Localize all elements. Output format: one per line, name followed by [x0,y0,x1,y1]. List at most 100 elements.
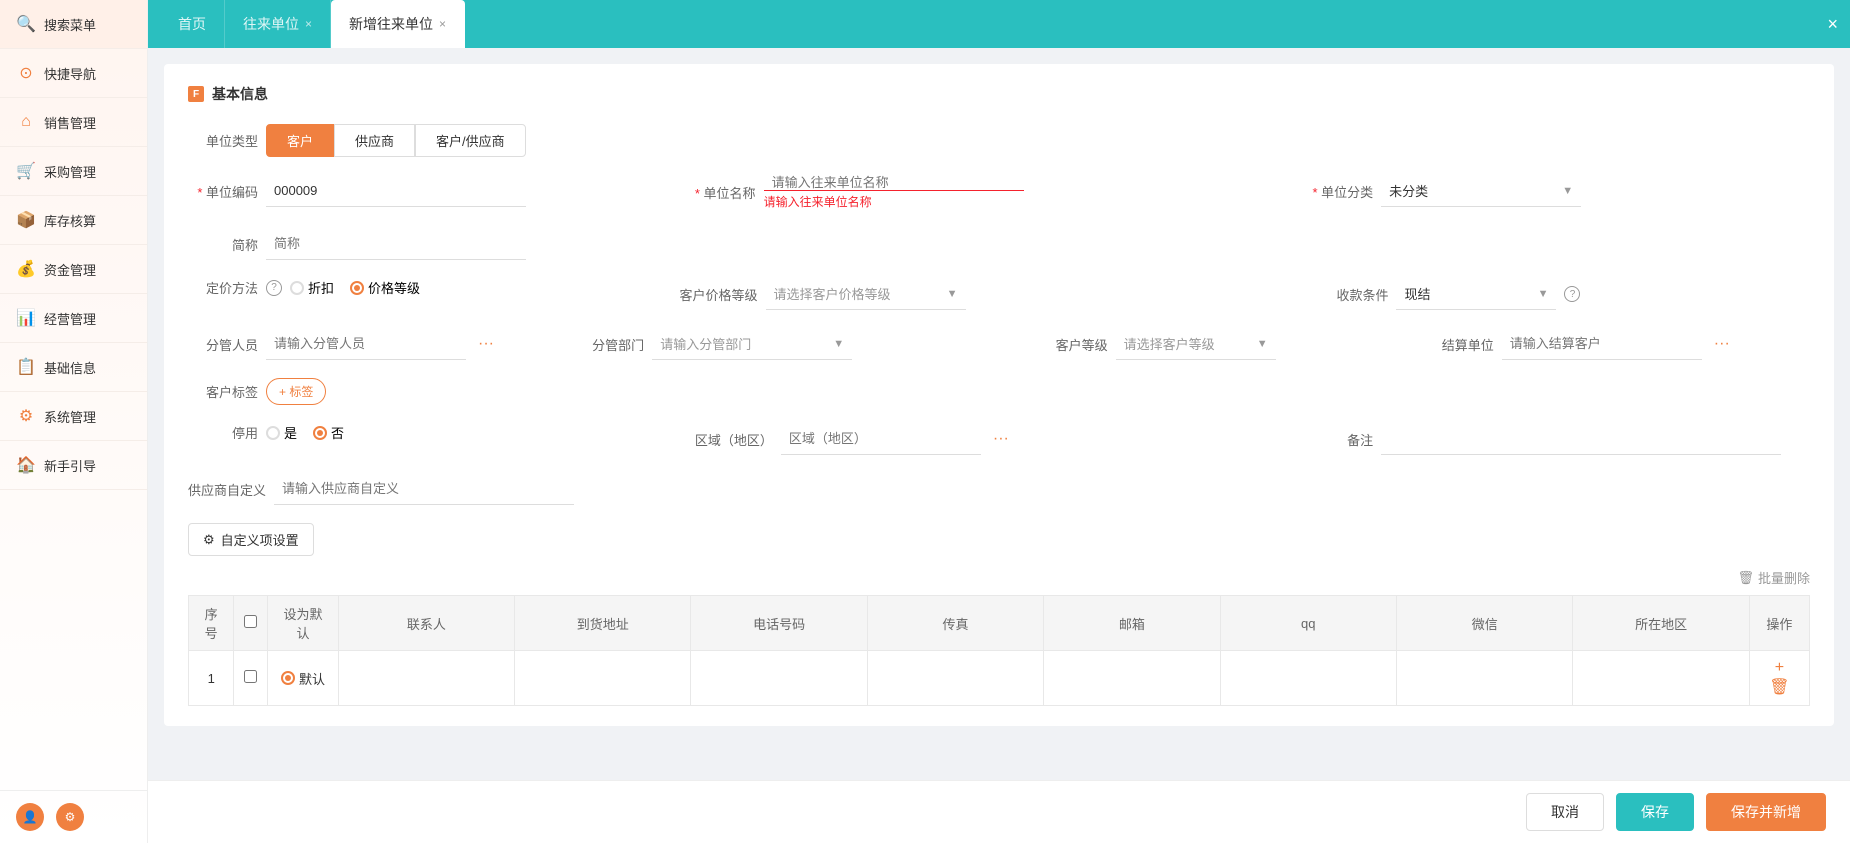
pricing-level-radio [350,281,364,295]
cell-phone[interactable] [691,651,867,706]
add-tag-button[interactable]: + 标签 [266,378,326,405]
unit-category-value: 未分类 [1389,181,1428,200]
cell-fax[interactable] [867,651,1043,706]
settlement-input[interactable] [1502,328,1702,360]
sidebar-bottom: 👤 ⚙ [0,790,147,843]
sidebar-item-basic-info[interactable]: 📋 基础信息 [0,343,147,392]
gear-settings-icon: ⚙ [203,532,215,548]
region-input[interactable] [781,423,981,455]
add-row-button[interactable]: + [1773,659,1786,677]
settlement-more[interactable]: ··· [1710,335,1734,353]
cancel-button[interactable]: 取消 [1526,793,1604,831]
tab-home[interactable]: 首页 [160,0,225,48]
list-icon: 📋 [16,357,36,377]
sidebar-item-finance[interactable]: 💰 资金管理 [0,245,147,294]
unit-code-input[interactable] [266,175,526,207]
user-avatar[interactable]: 👤 [16,803,44,831]
cell-contact[interactable] [338,651,514,706]
delete-icon: 🗑 [1737,570,1754,586]
sidebar-item-quick-nav[interactable]: ⊙ 快捷导航 [0,49,147,98]
sidebar: 🔍 搜索菜单 ⊙ 快捷导航 ⌂ 销售管理 🛒 采购管理 📦 库存核算 💰 资金管… [0,0,148,843]
cell-action: + 🗑 [1749,651,1809,706]
address-input[interactable] [525,671,680,686]
sidebar-item-operations[interactable]: 📊 经营管理 [0,294,147,343]
save-and-new-button[interactable]: 保存并新增 [1706,793,1826,831]
unit-type-label: 单位类型 [188,131,258,150]
money-icon: 💰 [16,259,36,279]
sidebar-item-sales[interactable]: ⌂ 销售管理 [0,98,147,147]
unit-type-row: 单位类型 客户 供应商 客户/供应商 [188,124,1810,157]
remarks-input[interactable] [1381,423,1781,455]
unit-type-customer[interactable]: 客户 [266,124,334,157]
select-all-checkbox[interactable] [244,615,257,628]
row-checkbox[interactable] [244,670,257,683]
customer-price-level-label: 客户价格等级 [680,285,758,304]
tab-partners[interactable]: 往来单位 × [225,0,331,48]
short-name-field: 简称 [188,228,1810,260]
phone-input[interactable] [701,671,856,686]
custom-settings-button[interactable]: ⚙ 自定义项设置 [188,523,314,556]
payment-terms-select[interactable]: 现结 ▼ [1396,278,1556,310]
department-select[interactable]: 请输入分管部门 ▼ [652,328,852,360]
manager-input[interactable] [266,328,466,360]
col-checkbox [234,596,268,651]
region-more[interactable]: ··· [989,430,1013,448]
col-region: 所在地区 [1573,596,1749,651]
region-cell-input[interactable] [1583,671,1738,686]
cell-address[interactable] [515,651,691,706]
cell-qq[interactable] [1220,651,1397,706]
set-default-radio[interactable]: 默认 [278,669,327,688]
cell-wechat[interactable] [1397,651,1573,706]
sidebar-item-label: 经营管理 [44,309,96,328]
pricing-help-icon[interactable]: ? [266,280,282,296]
sidebar-item-system[interactable]: ⚙ 系统管理 [0,392,147,441]
unit-name-error: 请输入往来单位名称 [764,193,1024,210]
col-contact: 联系人 [338,596,514,651]
region-field: 区域（地区） ··· [695,423,1303,455]
wechat-input[interactable] [1407,671,1562,686]
tab-partners-close[interactable]: × [305,18,312,30]
sidebar-item-purchase[interactable]: 🛒 采购管理 [0,147,147,196]
tab-new-partner[interactable]: 新增往来单位 × [331,0,465,48]
cell-email[interactable] [1044,651,1220,706]
sidebar-item-guide[interactable]: 🏠 新手引导 [0,441,147,490]
region-label: 区域（地区） [695,430,773,449]
manager-more[interactable]: ··· [474,335,498,353]
close-all-tabs[interactable]: × [1827,14,1838,35]
sidebar-item-inventory[interactable]: 📦 库存核算 [0,196,147,245]
pricing-discount[interactable]: 折扣 [290,278,334,297]
email-input[interactable] [1054,671,1209,686]
sidebar-item-search[interactable]: 🔍 搜索菜单 [0,0,147,49]
tab-home-label: 首页 [178,14,206,34]
customer-level-select[interactable]: 请选择客户等级 ▼ [1116,328,1276,360]
footer-bar: 取消 保存 保存并新增 [148,780,1850,843]
customer-price-level-arrow: ▼ [947,288,958,300]
disabled-no[interactable]: 否 [313,423,344,442]
delete-row-button[interactable]: 🗑 [1767,677,1791,697]
unit-type-supplier[interactable]: 供应商 [334,124,415,157]
tab-new-partner-close[interactable]: × [439,18,446,30]
settings-icon[interactable]: ⚙ [56,803,84,831]
payment-terms-help[interactable]: ? [1564,286,1580,302]
cell-region[interactable] [1573,651,1749,706]
supplier-custom-input[interactable] [274,473,574,505]
unit-category-select[interactable]: 未分类 ▼ [1381,175,1581,207]
customer-price-level-select[interactable]: 请选择客户价格等级 ▼ [766,278,966,310]
contact-input[interactable] [349,671,504,686]
pricing-level[interactable]: 价格等级 [350,278,420,297]
unit-category-field: 单位分类 未分类 ▼ [1303,175,1810,207]
sidebar-item-label: 快捷导航 [44,64,96,83]
sidebar-item-label: 采购管理 [44,162,96,181]
pricing-method-field: 定价方法 ? 折扣 价格等级 [188,278,680,297]
disabled-yes[interactable]: 是 [266,423,297,442]
short-name-input[interactable] [266,228,526,260]
custom-settings-label: 自定义项设置 [221,530,299,549]
col-address: 到货地址 [515,596,691,651]
unit-name-input[interactable] [764,175,1024,191]
fax-input[interactable] [878,671,1033,686]
batch-delete-button[interactable]: 🗑 批量删除 [1737,568,1810,587]
save-button[interactable]: 保存 [1616,793,1694,831]
department-label: 分管部门 [574,335,644,354]
qq-input[interactable] [1231,671,1387,686]
unit-type-both[interactable]: 客户/供应商 [415,124,526,157]
